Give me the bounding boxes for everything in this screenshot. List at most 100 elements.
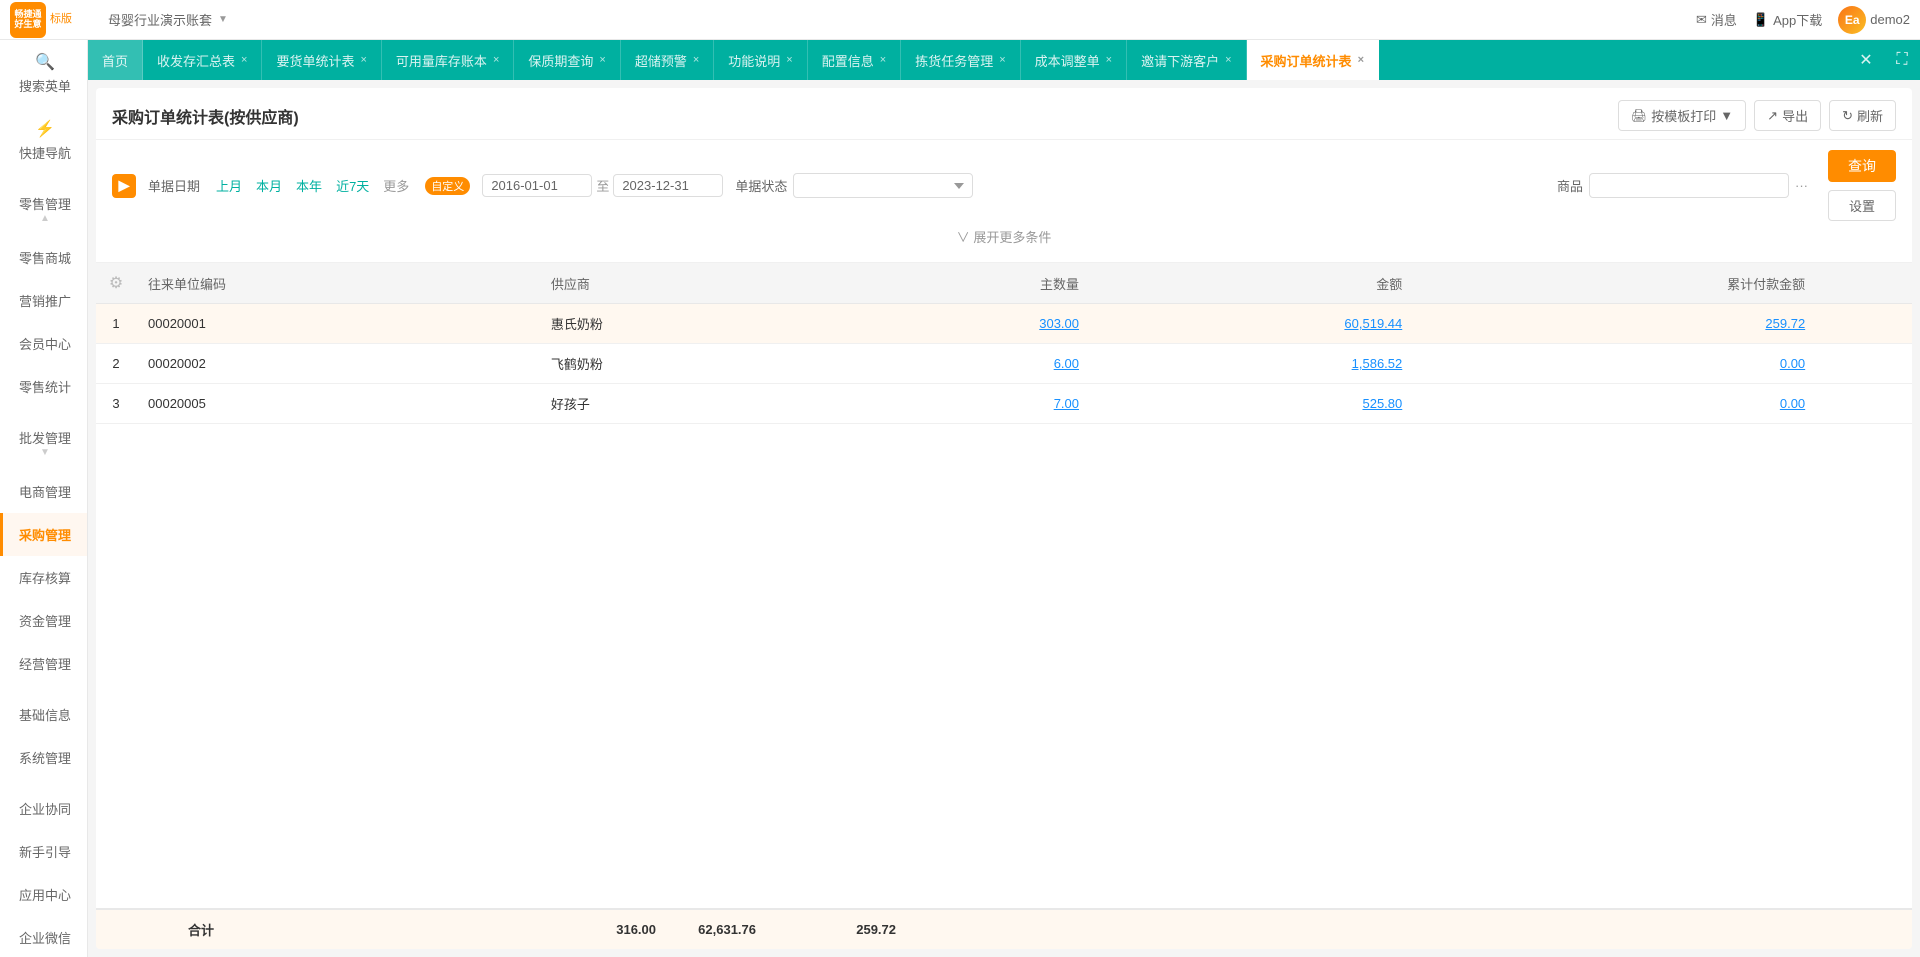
tab-stock-task[interactable]: 拣货任务管理 × — [901, 40, 1020, 80]
sidebar-item-member[interactable]: 会员中心 — [0, 322, 87, 365]
tab-close-icon[interactable]: × — [1225, 54, 1231, 66]
col-amount-header: 金额 — [1091, 263, 1414, 304]
filter-expand-row[interactable]: ∨ 展开更多条件 — [112, 221, 1896, 252]
sidebar-item-operations[interactable]: 经营管理 — [0, 642, 87, 685]
tab-config-info[interactable]: 配置信息 × — [808, 40, 901, 80]
footer-paid: 259.72 — [768, 922, 908, 937]
tab-close-icon[interactable]: × — [360, 54, 366, 66]
sidebar-item-enterprise-wechat[interactable]: 企业微信 — [0, 916, 87, 957]
query-button[interactable]: 查询 — [1828, 150, 1896, 182]
search-icon: 🔍 — [9, 52, 81, 72]
row-quantity[interactable]: 303.00 — [839, 304, 1091, 344]
sidebar-item-purchase[interactable]: 采购管理 — [0, 513, 87, 556]
user-menu[interactable]: Ea demo2 — [1838, 6, 1910, 34]
settings-button[interactable]: 设置 — [1828, 190, 1896, 221]
sidebar-item-label: 零售商城 — [9, 248, 81, 267]
col-supplier-label: 供应商 — [551, 277, 590, 292]
tab-close-icon[interactable]: × — [786, 54, 792, 66]
sidebar-item-ecommerce[interactable]: 电商管理 — [0, 470, 87, 513]
tab-func-desc[interactable]: 功能说明 × — [714, 40, 807, 80]
col-supplier-header: 供应商 — [539, 263, 839, 304]
sidebar-item-new-guide[interactable]: 新手引导 — [0, 830, 87, 873]
sidebar-item-wholesale[interactable]: 批发管理 ▼ — [0, 416, 87, 470]
date-from-input[interactable] — [482, 174, 592, 197]
tab-home[interactable]: 首页 — [88, 40, 143, 80]
export-button[interactable]: ↗ 导出 — [1754, 100, 1821, 131]
expand-down-icon: ∨ — [957, 230, 970, 245]
sidebar-item-inventory[interactable]: 库存核算 — [0, 556, 87, 599]
row-amount[interactable]: 60,519.44 — [1091, 304, 1414, 344]
sidebar-item-label: 企业微信 — [9, 928, 81, 947]
template-print-button[interactable]: 🖨 按模板打印 ▼ — [1618, 100, 1746, 131]
tab-demand-stats[interactable]: 要货单统计表 × — [262, 40, 381, 80]
page-header: 采购订单统计表(按供应商) 🖨 按模板打印 ▼ ↗ 导出 — [96, 88, 1912, 140]
tab-close-icon[interactable]: × — [693, 54, 699, 66]
row-paid[interactable]: 0.00 — [1414, 384, 1817, 424]
sidebar-item-label: 会员中心 — [9, 334, 81, 353]
date-last-7[interactable]: 近7天 — [332, 174, 373, 197]
row-quantity[interactable]: 7.00 — [839, 384, 1091, 424]
tab-close-icon[interactable]: × — [493, 54, 499, 66]
tab-close-icon[interactable]: × — [1106, 54, 1112, 66]
sidebar-item-retail[interactable]: 零售管理 ▲ — [0, 182, 87, 236]
settings-icon[interactable]: ⚙ — [109, 275, 123, 292]
date-last-month[interactable]: 上月 — [212, 174, 246, 197]
sidebar-item-base-info[interactable]: 基础信息 — [0, 693, 87, 736]
date-this-year[interactable]: 本年 — [292, 174, 326, 197]
row-amount[interactable]: 525.80 — [1091, 384, 1414, 424]
tab-close-icon[interactable]: × — [1358, 54, 1364, 66]
sidebar-item-label: 库存核算 — [9, 568, 81, 587]
tab-close-all-button[interactable]: ✕ — [1848, 40, 1884, 80]
app-download-button[interactable]: 📱 App下载 — [1753, 10, 1822, 29]
sidebar-item-search[interactable]: 🔍 搜索英单 — [0, 40, 87, 107]
date-this-month[interactable]: 本月 — [252, 174, 286, 197]
sidebar-item-finance[interactable]: 资金管理 — [0, 599, 87, 642]
tab-label: 功能说明 — [728, 51, 780, 70]
sidebar-item-retail-mall[interactable]: 零售商城 — [0, 236, 87, 279]
row-paid[interactable]: 0.00 — [1414, 344, 1817, 384]
tab-receive-summary[interactable]: 收发存汇总表 × — [143, 40, 262, 80]
date-more[interactable]: 更多 — [379, 174, 413, 197]
sidebar-item-app-center[interactable]: 应用中心 — [0, 873, 87, 916]
sidebar-item-marketing[interactable]: 营销推广 — [0, 279, 87, 322]
row-paid[interactable]: 259.72 — [1414, 304, 1817, 344]
tab-bar-end: ✕ ⛶ — [1848, 40, 1920, 80]
sidebar-item-quick-nav[interactable]: ⚡ 快捷导航 — [0, 107, 87, 174]
goods-filter-more-icon[interactable]: ··· — [1795, 178, 1808, 193]
goods-filter-input[interactable] — [1589, 173, 1789, 198]
logo-subtext: 标版 — [50, 13, 72, 26]
col-paid-header: 累计付款金额 — [1414, 263, 1817, 304]
row-supplier: 惠氏奶粉 — [539, 304, 839, 344]
sidebar-item-label: 快捷导航 — [9, 143, 81, 162]
tab-over-stock[interactable]: 超储预警 × — [621, 40, 714, 80]
sidebar-item-retail-stats[interactable]: 零售统计 — [0, 365, 87, 408]
tab-available-inventory[interactable]: 可用量库存账本 × — [382, 40, 514, 80]
table-row: 1 00020001 惠氏奶粉 303.00 60,519.44 259.72 — [96, 304, 1912, 344]
tab-shelf-life[interactable]: 保质期查询 × — [514, 40, 620, 80]
tab-cost-adjust[interactable]: 成本调整单 × — [1021, 40, 1127, 80]
date-custom-badge[interactable]: 自定义 — [425, 177, 470, 195]
tab-label: 可用量库存账本 — [396, 51, 487, 70]
sidebar: 🔍 搜索英单 ⚡ 快捷导航 零售管理 ▲ 零售商城 营销推广 会员中心 — [0, 40, 88, 957]
refresh-button[interactable]: ↻ 刷新 — [1829, 100, 1896, 131]
tab-close-icon[interactable]: × — [241, 54, 247, 66]
tab-close-icon[interactable]: × — [999, 54, 1005, 66]
tab-home-label: 首页 — [102, 51, 128, 70]
row-quantity[interactable]: 6.00 — [839, 344, 1091, 384]
message-button[interactable]: ✉ 消息 — [1696, 10, 1737, 29]
row-code: 00020002 — [136, 344, 539, 384]
date-to-input[interactable] — [613, 174, 723, 197]
tab-purchase-stats[interactable]: 采购订单统计表 × — [1247, 40, 1379, 80]
tab-invite-downstream[interactable]: 邀请下游客户 × — [1127, 40, 1246, 80]
tab-close-icon[interactable]: × — [880, 54, 886, 66]
sidebar-item-system[interactable]: 系统管理 — [0, 736, 87, 779]
row-amount[interactable]: 1,586.52 — [1091, 344, 1414, 384]
tab-close-icon[interactable]: × — [599, 54, 605, 66]
filter-toggle-button[interactable]: ▶ — [112, 174, 136, 198]
sidebar-item-enterprise[interactable]: 企业协同 — [0, 787, 87, 830]
tab-fullscreen-button[interactable]: ⛶ — [1884, 40, 1920, 80]
status-filter-select[interactable] — [793, 173, 973, 198]
tab-label: 采购订单统计表 — [1261, 51, 1352, 70]
page-title: 采购订单统计表(按供应商) — [112, 104, 299, 128]
store-selector[interactable]: 母婴行业演示账套 ▼ — [108, 10, 228, 29]
